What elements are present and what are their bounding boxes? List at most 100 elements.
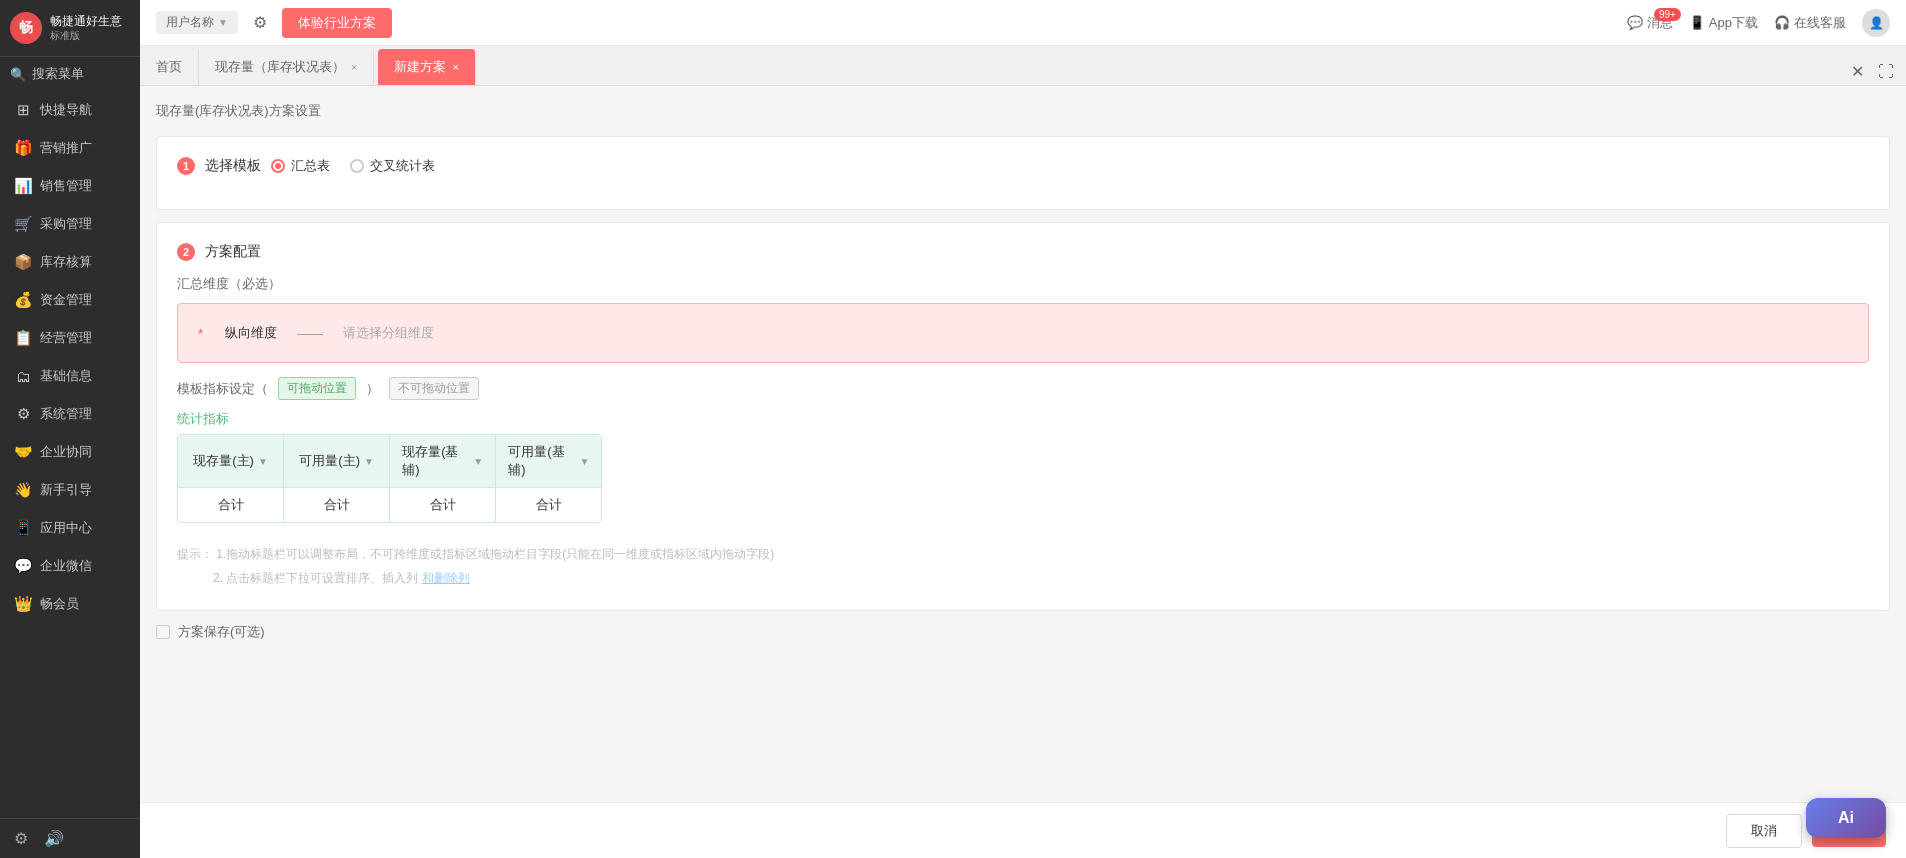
cancel-button[interactable]: 取消 <box>1726 814 1802 848</box>
stats-col3-header[interactable]: 现存量(基辅) ▼ <box>390 435 496 487</box>
sidebar-item-basic-label: 基础信息 <box>40 367 92 385</box>
trial-btn[interactable]: 体验行业方案 <box>282 8 392 38</box>
service-icon: 🎧 <box>1774 15 1790 30</box>
system-icon: ⚙ <box>14 405 32 423</box>
radio-cross-label: 交叉统计表 <box>370 157 435 175</box>
section1-num: 1 <box>177 157 195 175</box>
tab-expand-icon[interactable]: ⛶ <box>1874 59 1898 85</box>
sidebar-item-quick-nav[interactable]: ⊞ 快捷导航 <box>0 91 140 129</box>
user-dropdown-icon: ▼ <box>218 17 228 28</box>
sidebar-item-app-center-label: 应用中心 <box>40 519 92 537</box>
radio-summary[interactable]: 汇总表 <box>271 157 330 175</box>
stats-col4-body: 合计 <box>496 488 601 522</box>
sidebar-logo: 畅 畅捷通好生意 标准版 <box>0 0 140 57</box>
topbar-online-service[interactable]: 🎧 在线客服 <box>1774 14 1846 32</box>
stats-body-row: 合计 合计 合计 合计 <box>178 487 601 522</box>
stats-col4-header[interactable]: 可用量(基辅) ▼ <box>496 435 601 487</box>
member-icon: 👑 <box>14 595 32 613</box>
settings-icon[interactable]: ⚙ <box>14 829 28 848</box>
radio-cross[interactable]: 交叉统计表 <box>350 157 435 175</box>
topbar-gear-button[interactable]: ⚙ <box>246 9 274 37</box>
section1-header: 1 选择模板 汇总表 交叉统计表 <box>177 157 1869 175</box>
tab-inventory-status-close[interactable]: × <box>351 61 357 73</box>
sidebar-item-marketing[interactable]: 🎁 营销推广 <box>0 129 140 167</box>
topbar-app-download[interactable]: 📱 App下载 <box>1689 14 1758 32</box>
stats-col4-label: 可用量(基辅) <box>508 443 575 479</box>
section2-num: 2 <box>177 243 195 261</box>
tab-home[interactable]: 首页 <box>140 49 199 85</box>
finance-icon: 💰 <box>14 291 32 309</box>
sidebar-item-member-label: 畅会员 <box>40 595 79 613</box>
sidebar-item-business[interactable]: 📋 经营管理 <box>0 319 140 357</box>
sidebar-search[interactable]: 🔍 搜索菜单 <box>0 57 140 91</box>
tab-inventory-status-label: 现存量（库存状况表） <box>215 58 345 76</box>
sidebar-item-sales-label: 销售管理 <box>40 177 92 195</box>
tips-item1: 提示： 1.拖动标题栏可以调整布局，不可跨维度或指标区域拖动栏目字段(只能在同一… <box>177 542 1869 566</box>
sidebar-item-system[interactable]: ⚙ 系统管理 <box>0 395 140 433</box>
sidebar: 畅 畅捷通好生意 标准版 🔍 搜索菜单 ⊞ 快捷导航 🎁 营销推广 📊 销售管理… <box>0 0 140 858</box>
section2-label: 方案配置 <box>205 243 261 261</box>
stats-col2-header[interactable]: 可用量(主) ▼ <box>284 435 390 487</box>
stats-col2-label: 可用量(主) <box>299 452 360 470</box>
dim-required-mark: * <box>198 326 203 341</box>
tab-home-label: 首页 <box>156 58 182 76</box>
stats-col1-header[interactable]: 现存量(主) ▼ <box>178 435 284 487</box>
tag-fixed: 不可拖动位置 <box>389 377 479 400</box>
tab-new-scheme[interactable]: 新建方案 × <box>378 49 475 85</box>
indicator-label-text: 模板指标设定（ <box>177 380 268 398</box>
sidebar-item-wechat[interactable]: 💬 企业微信 <box>0 547 140 585</box>
sidebar-item-cooperation[interactable]: 🤝 企业协同 <box>0 433 140 471</box>
dimension-box[interactable]: * 纵向维度 —— 请选择分组维度 <box>177 303 1869 363</box>
sidebar-item-basic[interactable]: 🗂 基础信息 <box>0 357 140 395</box>
sidebar-item-app-center[interactable]: 📱 应用中心 <box>0 509 140 547</box>
newbie-icon: 👋 <box>14 481 32 499</box>
save-option-label: 方案保存(可选) <box>178 623 265 641</box>
user-avatar[interactable]: 👤 <box>1862 9 1890 37</box>
sidebar-item-inventory[interactable]: 📦 库存核算 <box>0 243 140 281</box>
stats-col3-label: 现存量(基辅) <box>402 443 469 479</box>
tips-item2-prefix: 2. 点击标题栏下拉可设置排序、插入列 <box>177 571 418 585</box>
stats-col4-chevron: ▼ <box>579 456 589 467</box>
app-logo-icon: 畅 <box>10 12 42 44</box>
tab-new-scheme-close[interactable]: × <box>452 61 458 73</box>
sidebar-scroll: ⊞ 快捷导航 🎁 营销推广 📊 销售管理 🛒 采购管理 📦 库存核算 💰 资金管… <box>0 91 140 818</box>
sidebar-item-system-label: 系统管理 <box>40 405 92 423</box>
stats-col1-body: 合计 <box>178 488 284 522</box>
section1-label: 选择模板 <box>205 157 261 175</box>
dim-dash: —— <box>297 326 323 341</box>
stats-col3-chevron: ▼ <box>473 456 483 467</box>
app-name: 畅捷通好生意 <box>50 13 122 30</box>
sidebar-item-purchase[interactable]: 🛒 采购管理 <box>0 205 140 243</box>
ai-float-button[interactable]: Ai <box>1806 798 1886 838</box>
sidebar-search-label: 搜索菜单 <box>32 65 84 83</box>
tips-title: 提示： <box>177 547 213 561</box>
tabbar: 首页 现存量（库存状况表） × 新建方案 × ✕ ⛶ <box>140 46 1906 86</box>
save-option: 方案保存(可选) <box>156 623 1890 641</box>
app-name-block: 畅捷通好生意 标准版 <box>50 13 122 44</box>
radio-summary-circle <box>271 159 285 173</box>
avatar-placeholder: 👤 <box>1869 16 1884 30</box>
sales-icon: 📊 <box>14 177 32 195</box>
inventory-icon: 📦 <box>14 253 32 271</box>
save-checkbox[interactable] <box>156 625 170 639</box>
tab-close-icon[interactable]: ✕ <box>1847 58 1868 85</box>
bottom-bar: 取消 查询 <box>140 802 1906 858</box>
sidebar-item-inventory-label: 库存核算 <box>40 253 92 271</box>
tab-inventory-status[interactable]: 现存量（库存状况表） × <box>199 49 374 85</box>
sidebar-item-newbie[interactable]: 👋 新手引导 <box>0 471 140 509</box>
purchase-icon: 🛒 <box>14 215 32 233</box>
section2-card: 2 方案配置 汇总维度（必选） * 纵向维度 —— 请选择分组维度 模板指标设定… <box>156 222 1890 611</box>
topbar-user[interactable]: 用户名称 ▼ <box>156 11 238 34</box>
sidebar-item-finance[interactable]: 💰 资金管理 <box>0 281 140 319</box>
sidebar-item-sales[interactable]: 📊 销售管理 <box>0 167 140 205</box>
stats-section-label: 统计指标 <box>177 410 1869 428</box>
tips-item2-link: 和删除列 <box>422 571 470 585</box>
topbar-message[interactable]: 💬 消息 99+ <box>1627 14 1673 32</box>
sidebar-item-newbie-label: 新手引导 <box>40 481 92 499</box>
message-icon: 💬 <box>1627 15 1643 30</box>
sound-icon[interactable]: 🔊 <box>44 829 64 848</box>
sidebar-item-member[interactable]: 👑 畅会员 <box>0 585 140 623</box>
app-icon: 📱 <box>1689 15 1705 30</box>
stats-table: 现存量(主) ▼ 可用量(主) ▼ 现存量(基辅) ▼ 可用量(基辅) <box>177 434 602 523</box>
tabbar-right-controls: ✕ ⛶ <box>1847 58 1906 85</box>
